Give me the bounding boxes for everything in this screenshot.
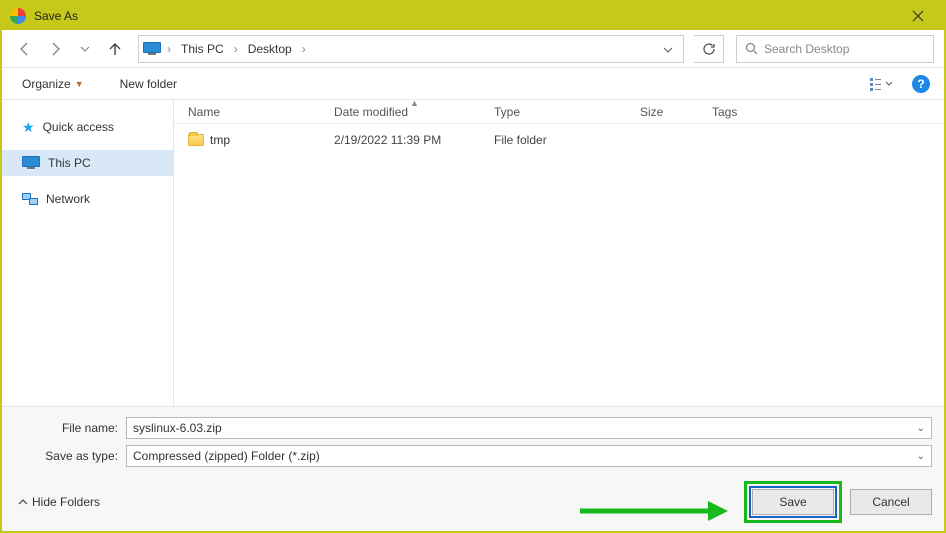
new-folder-button[interactable]: New folder: [114, 73, 183, 95]
forward-button[interactable]: [42, 36, 68, 62]
sidebar-item-label: Network: [46, 192, 90, 206]
caret-down-icon: ▼: [75, 79, 84, 89]
view-icon: [870, 77, 892, 91]
filename-label: File name:: [14, 421, 126, 435]
save-button[interactable]: Save: [752, 489, 834, 515]
annotation-highlight: Save: [744, 481, 842, 523]
network-icon: [22, 193, 38, 205]
view-options-button[interactable]: [864, 73, 898, 95]
address-dropdown[interactable]: [657, 42, 679, 56]
saveas-type-value: Compressed (zipped) Folder (*.zip): [133, 449, 320, 463]
sidebar-item-quick-access[interactable]: ★ Quick access: [2, 114, 173, 140]
nav-bar: › This PC › Desktop › Search Desktop: [2, 30, 944, 68]
breadcrumb-separator: ›: [232, 42, 240, 56]
star-icon: ★: [22, 119, 35, 136]
organize-button[interactable]: Organize ▼: [16, 73, 90, 95]
search-icon: [745, 42, 758, 55]
arrow-right-icon: [47, 41, 63, 57]
file-name: tmp: [210, 133, 230, 147]
saveas-type-select[interactable]: Compressed (zipped) Folder (*.zip) ⌄: [126, 445, 932, 467]
sort-indicator-icon: ▲: [410, 98, 419, 108]
breadcrumb-separator: ›: [300, 42, 308, 56]
chevron-down-icon: [663, 47, 673, 53]
chevron-down-icon[interactable]: ⌄: [917, 423, 925, 434]
this-pc-icon: [22, 156, 40, 170]
help-button[interactable]: ?: [912, 75, 930, 93]
saveas-type-label: Save as type:: [14, 449, 126, 463]
arrow-up-icon: [107, 41, 123, 57]
sidebar-item-this-pc[interactable]: This PC: [2, 150, 173, 176]
title-bar: Save As: [2, 2, 944, 30]
file-date: 2/19/2022 11:39 PM: [334, 133, 494, 147]
recent-button[interactable]: [72, 36, 98, 62]
up-button[interactable]: [102, 36, 128, 62]
cancel-label: Cancel: [872, 495, 909, 509]
save-label: Save: [779, 495, 806, 509]
chevron-down-icon[interactable]: ⌄: [917, 451, 925, 462]
cancel-button[interactable]: Cancel: [850, 489, 932, 515]
refresh-icon: [702, 42, 716, 56]
column-name[interactable]: Name: [188, 105, 334, 119]
filename-value: syslinux-6.03.zip: [133, 421, 222, 435]
search-input[interactable]: Search Desktop: [736, 35, 934, 63]
refresh-button[interactable]: [694, 35, 724, 63]
column-size[interactable]: Size: [640, 105, 712, 119]
sidebar-item-label: Quick access: [43, 120, 114, 134]
breadcrumb-folder[interactable]: Desktop: [244, 40, 296, 58]
column-tags[interactable]: Tags: [712, 105, 792, 119]
new-folder-label: New folder: [120, 77, 177, 91]
folder-icon: [188, 134, 204, 146]
sidebar-item-label: This PC: [48, 156, 91, 170]
sidebar: ★ Quick access This PC Network: [2, 100, 174, 406]
breadcrumb-root[interactable]: This PC: [177, 40, 228, 58]
window-title: Save As: [34, 9, 896, 23]
close-button[interactable]: [896, 2, 940, 30]
chevron-down-icon: [80, 46, 90, 52]
column-headers: ▲ Name Date modified Type Size Tags: [174, 100, 944, 124]
sidebar-item-network[interactable]: Network: [2, 186, 173, 212]
hide-folders-toggle[interactable]: Hide Folders: [14, 493, 104, 511]
bottom-panel: File name: syslinux-6.03.zip ⌄ Save as t…: [2, 406, 944, 531]
file-list: ▲ Name Date modified Type Size Tags tmp …: [174, 100, 944, 406]
file-row[interactable]: tmp 2/19/2022 11:39 PM File folder: [174, 128, 944, 152]
search-placeholder: Search Desktop: [764, 42, 849, 56]
breadcrumb-separator: ›: [165, 42, 173, 56]
file-type: File folder: [494, 133, 640, 147]
this-pc-icon: [143, 42, 161, 56]
chrome-icon: [10, 8, 26, 24]
chevron-up-icon: [18, 497, 28, 507]
organize-label: Organize: [22, 77, 71, 91]
filename-input[interactable]: syslinux-6.03.zip ⌄: [126, 417, 932, 439]
column-type[interactable]: Type: [494, 105, 640, 119]
close-icon: [912, 10, 924, 22]
hide-folders-label: Hide Folders: [32, 495, 100, 509]
toolbar: Organize ▼ New folder ?: [2, 68, 944, 100]
back-button[interactable]: [12, 36, 38, 62]
arrow-left-icon: [17, 41, 33, 57]
address-bar[interactable]: › This PC › Desktop ›: [138, 35, 684, 63]
